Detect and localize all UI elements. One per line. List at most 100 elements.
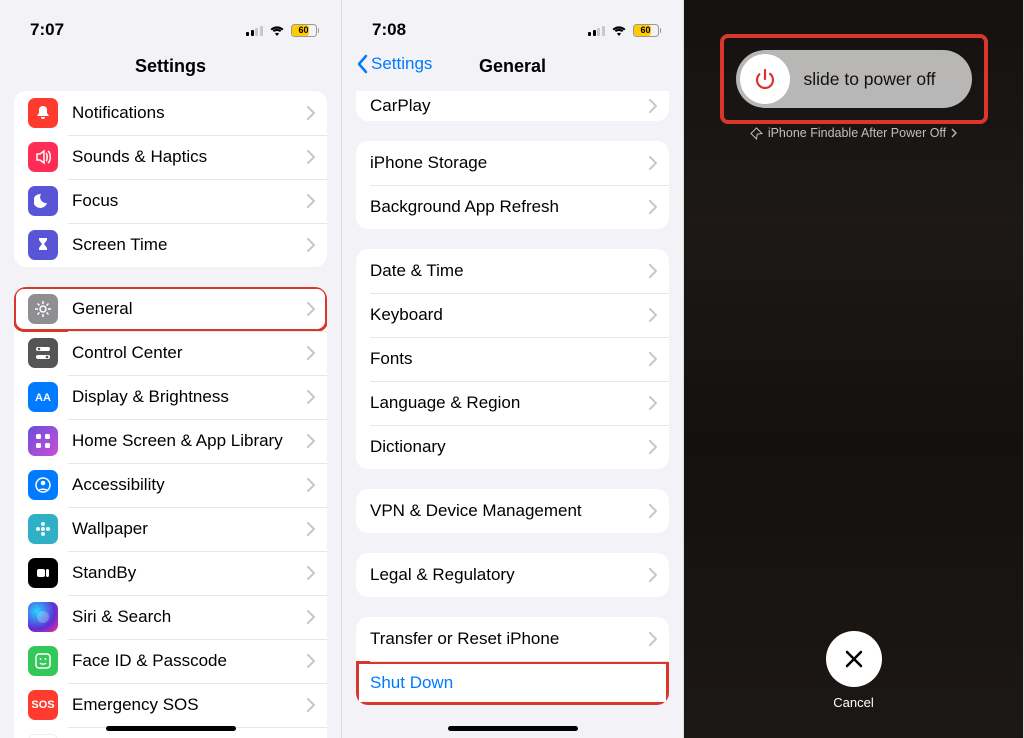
general-row-shut-down[interactable]: Shut Down: [356, 661, 669, 705]
chevron-right-icon: [951, 128, 957, 138]
chevron-right-icon: [649, 396, 657, 410]
face-icon: [28, 646, 58, 676]
status-indicators: 60: [246, 24, 319, 37]
settings-row-screen-time[interactable]: Screen Time: [14, 223, 327, 267]
general-row-carplay[interactable]: CarPlay: [356, 91, 669, 121]
row-label: CarPlay: [370, 96, 649, 116]
row-label: Display & Brightness: [72, 387, 307, 407]
settings-row-siri-search[interactable]: Siri & Search: [14, 595, 327, 639]
general-row-dictionary[interactable]: Dictionary: [356, 425, 669, 469]
home-indicator[interactable]: [106, 726, 236, 731]
general-row-transfer-or-reset-iphone[interactable]: Transfer or Reset iPhone: [356, 617, 669, 661]
back-label: Settings: [371, 54, 432, 74]
chevron-right-icon: [649, 352, 657, 366]
general-group: CarPlay: [356, 91, 669, 121]
chevron-right-icon: [649, 156, 657, 170]
general-row-fonts[interactable]: Fonts: [356, 337, 669, 381]
settings-screen: 7:07 60 Settings Notifications Sounds & H…: [0, 0, 342, 738]
chevron-right-icon: [307, 698, 315, 712]
chevron-right-icon: [649, 264, 657, 278]
row-label: Notifications: [72, 103, 307, 123]
bell-icon: [28, 98, 58, 128]
location-icon: [750, 127, 763, 140]
general-group: iPhone Storage Background App Refresh: [356, 141, 669, 229]
page-title: General: [479, 56, 546, 76]
battery-icon: 60: [291, 24, 320, 37]
settings-row-home-screen-app-library[interactable]: Home Screen & App Library: [14, 419, 327, 463]
chevron-right-icon: [649, 632, 657, 646]
siri-icon: [28, 602, 58, 632]
settings-row-general[interactable]: General: [14, 287, 327, 331]
row-label: Face ID & Passcode: [72, 651, 307, 671]
row-label: Home Screen & App Library: [72, 431, 307, 451]
settings-row-wallpaper[interactable]: Wallpaper: [14, 507, 327, 551]
chevron-right-icon: [649, 504, 657, 518]
chevron-right-icon: [307, 434, 315, 448]
row-label: Emergency SOS: [72, 695, 307, 715]
general-row-language-region[interactable]: Language & Region: [356, 381, 669, 425]
cancel-group: Cancel: [684, 631, 1023, 710]
chevron-right-icon: [307, 150, 315, 164]
page-title: Settings: [0, 50, 341, 91]
settings-row-control-center[interactable]: Control Center: [14, 331, 327, 375]
cancel-label: Cancel: [833, 695, 873, 710]
findable-link[interactable]: iPhone Findable After Power Off: [684, 126, 1023, 140]
settings-group: General Control Center AA Display & Brightn…: [14, 287, 327, 738]
sos-icon: SOS: [28, 690, 58, 720]
general-row-legal-regulatory[interactable]: Legal & Regulatory: [356, 553, 669, 597]
exposure-icon: [28, 734, 58, 738]
chevron-right-icon: [307, 654, 315, 668]
chevron-right-icon: [649, 568, 657, 582]
status-time: 7:08: [372, 20, 406, 40]
row-label: Shut Down: [370, 673, 657, 693]
chevron-right-icon: [649, 200, 657, 214]
home-indicator[interactable]: [448, 726, 578, 731]
general-row-date-time[interactable]: Date & Time: [356, 249, 669, 293]
chevron-right-icon: [307, 346, 315, 360]
chevron-right-icon: [307, 390, 315, 404]
settings-row-sounds-haptics[interactable]: Sounds & Haptics: [14, 135, 327, 179]
wifi-icon: [269, 24, 285, 36]
settings-row-face-id-passcode[interactable]: Face ID & Passcode: [14, 639, 327, 683]
row-label: Accessibility: [72, 475, 307, 495]
cancel-button[interactable]: [826, 631, 882, 687]
findable-label: iPhone Findable After Power Off: [768, 126, 946, 140]
chevron-right-icon: [307, 238, 315, 252]
settings-row-emergency-sos[interactable]: SOS Emergency SOS: [14, 683, 327, 727]
flower-icon: [28, 514, 58, 544]
status-bar: 7:08 60: [342, 0, 683, 50]
nav-bar: Settings General: [342, 50, 683, 91]
row-label: General: [72, 299, 307, 319]
settings-row-display-brightness[interactable]: AA Display & Brightness: [14, 375, 327, 419]
settings-row-accessibility[interactable]: Accessibility: [14, 463, 327, 507]
settings-group: Notifications Sounds & HapticsFocusScreen…: [14, 91, 327, 267]
chevron-right-icon: [307, 566, 315, 580]
row-label: iPhone Storage: [370, 153, 649, 173]
settings-row-standby[interactable]: StandBy: [14, 551, 327, 595]
row-label: Wallpaper: [72, 519, 307, 539]
settings-row-notifications[interactable]: Notifications: [14, 91, 327, 135]
person-icon: [28, 470, 58, 500]
back-button[interactable]: Settings: [356, 54, 432, 74]
row-label: Language & Region: [370, 393, 649, 413]
row-label: Siri & Search: [72, 607, 307, 627]
row-label: Legal & Regulatory: [370, 565, 649, 585]
wifi-icon: [611, 24, 627, 36]
chevron-right-icon: [307, 478, 315, 492]
general-row-iphone-storage[interactable]: iPhone Storage: [356, 141, 669, 185]
sun-icon: AA: [28, 382, 58, 412]
settings-row-focus[interactable]: Focus: [14, 179, 327, 223]
svg-text:AA: AA: [35, 392, 51, 404]
general-screen: 7:08 60 Settings General CarPlay iPhone S…: [342, 0, 684, 738]
status-time: 7:07: [30, 20, 64, 40]
chevron-right-icon: [307, 194, 315, 208]
cellular-icon: [588, 25, 605, 36]
general-row-vpn-device-management[interactable]: VPN & Device Management: [356, 489, 669, 533]
slide-to-power-off[interactable]: slide to power off: [736, 50, 972, 108]
close-icon: [843, 648, 865, 670]
chevron-right-icon: [307, 522, 315, 536]
power-knob[interactable]: [740, 54, 790, 104]
general-row-keyboard[interactable]: Keyboard: [356, 293, 669, 337]
general-group: Date & TimeKeyboardFonts Language & Regio…: [356, 249, 669, 469]
general-row-background-app-refresh[interactable]: Background App Refresh: [356, 185, 669, 229]
